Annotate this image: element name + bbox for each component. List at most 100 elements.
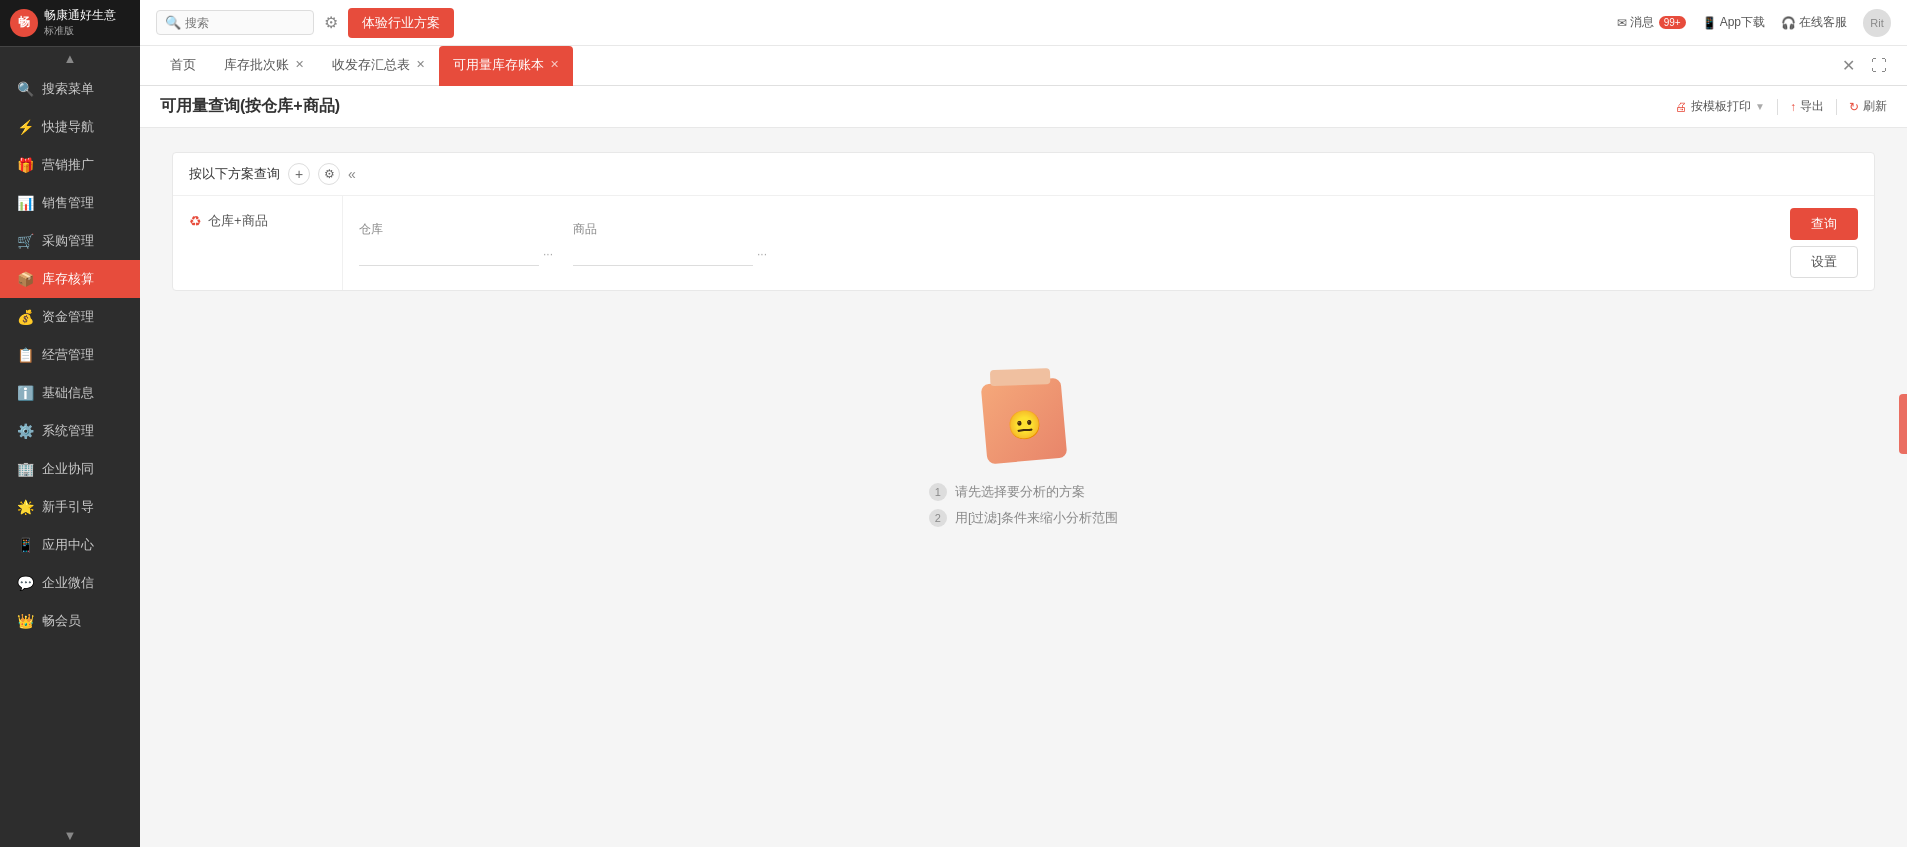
query-actions: 查询 设置 (1774, 196, 1874, 290)
sidebar-item-operations[interactable]: 📋 经营管理 (0, 336, 140, 374)
query-panel-body: ♻ 仓库+商品 仓库 ··· 商品 (173, 196, 1874, 290)
sidebar-item-sales[interactable]: 📊 销售管理 (0, 184, 140, 222)
export-btn[interactable]: ↑ 导出 (1790, 98, 1824, 115)
phone-icon: 📱 (16, 537, 34, 553)
settings-btn[interactable]: 设置 (1790, 246, 1858, 278)
main-area: 🔍 ⚙ 体验行业方案 ✉ 消息 99+ 📱 App下载 🎧 在线客服 Rit (140, 0, 1907, 847)
clipboard-icon: 📋 (16, 347, 34, 363)
query-label: 按以下方案查询 (189, 165, 280, 183)
refresh-btn[interactable]: ↻ 刷新 (1849, 98, 1887, 115)
tab-home[interactable]: 首页 (156, 46, 210, 86)
export-icon: ↑ (1790, 100, 1796, 114)
tab-available-ledger[interactable]: 可用量库存账本 ✕ (439, 46, 573, 86)
query-area: 按以下方案查询 + ⚙ « ♻ 仓库+商品 仓库 (140, 128, 1907, 619)
tip-num-1: 1 (929, 483, 947, 501)
sidebar-item-label: 销售管理 (42, 194, 94, 212)
cart-icon: 🛒 (16, 233, 34, 249)
sidebar-title: 畅康通好生意 (44, 8, 116, 24)
right-scroll-hint[interactable] (1899, 394, 1907, 454)
sidebar-item-label: 采购管理 (42, 232, 94, 250)
sidebar-item-label: 新手引导 (42, 498, 94, 516)
sidebar-item-search[interactable]: 🔍 搜索菜单 (0, 70, 140, 108)
tab-available-ledger-close[interactable]: ✕ (550, 58, 559, 71)
tip-text-1: 请先选择要分析的方案 (955, 483, 1085, 501)
scheme-icon: ♻ (189, 213, 202, 229)
tab-close-btn[interactable]: ✕ (1838, 52, 1859, 79)
filter-goods-input[interactable] (573, 242, 753, 266)
sidebar-item-shortcut[interactable]: ⚡ 快捷导航 (0, 108, 140, 146)
sidebar-item-label: 企业微信 (42, 574, 94, 592)
page-header: 可用量查询(按仓库+商品) 🖨 按模板打印 ▼ ↑ 导出 ↻ 刷新 (140, 86, 1907, 128)
online-service-btn[interactable]: 🎧 在线客服 (1781, 14, 1847, 31)
online-service-label: 在线客服 (1799, 14, 1847, 31)
export-label: 导出 (1800, 98, 1824, 115)
query-btn[interactable]: 查询 (1790, 208, 1858, 240)
tab-batch-ledger-close[interactable]: ✕ (295, 58, 304, 71)
filter-warehouse-input[interactable] (359, 242, 539, 266)
filter-warehouse: 仓库 ··· (359, 221, 553, 266)
topbar-actions: ✉ 消息 99+ 📱 App下载 🎧 在线客服 Rit (1617, 9, 1891, 37)
app-download-label: App下载 (1720, 14, 1765, 31)
chat-icon: 💬 (16, 575, 34, 591)
sidebar-item-label: 系统管理 (42, 422, 94, 440)
sidebar-item-marketing[interactable]: 🎁 营销推广 (0, 146, 140, 184)
info-icon: ℹ️ (16, 385, 34, 401)
sidebar-item-basic-info[interactable]: ℹ️ 基础信息 (0, 374, 140, 412)
box-icon: 📦 (16, 271, 34, 287)
sidebar-item-purchase[interactable]: 🛒 采购管理 (0, 222, 140, 260)
sidebar-nav: 🔍 搜索菜单 ⚡ 快捷导航 🎁 营销推广 📊 销售管理 🛒 采购管理 📦 库存核… (0, 70, 140, 824)
scheme-warehouse-goods[interactable]: ♻ 仓库+商品 (173, 204, 342, 238)
app-download-btn[interactable]: 📱 App下载 (1702, 14, 1765, 31)
sidebar-item-app-center[interactable]: 📱 应用中心 (0, 526, 140, 564)
sidebar-item-vip[interactable]: 👑 畅会员 (0, 602, 140, 640)
empty-tip-2: 2 用[过滤]条件来缩小分析范围 (929, 509, 1118, 527)
sidebar-item-system[interactable]: ⚙️ 系统管理 (0, 412, 140, 450)
sidebar-scroll-down[interactable]: ▼ (0, 824, 140, 847)
page-title: 可用量查询(按仓库+商品) (160, 96, 340, 117)
sidebar-item-label: 资金管理 (42, 308, 94, 326)
filter-warehouse-label: 仓库 (359, 221, 553, 238)
message-icon: ✉ (1617, 16, 1627, 30)
query-schemes: ♻ 仓库+商品 (173, 196, 343, 290)
search-input[interactable] (185, 16, 305, 30)
sidebar-logo: 畅 (10, 9, 38, 37)
sidebar-item-enterprise[interactable]: 🏢 企业协同 (0, 450, 140, 488)
message-btn[interactable]: ✉ 消息 99+ (1617, 14, 1686, 31)
sidebar-item-enterprise-wechat[interactable]: 💬 企业微信 (0, 564, 140, 602)
tab-batch-ledger[interactable]: 库存批次账 ✕ (210, 46, 318, 86)
filter-warehouse-more[interactable]: ··· (543, 247, 553, 261)
empty-tips: 1 请先选择要分析的方案 2 用[过滤]条件来缩小分析范围 (929, 483, 1118, 527)
print-dropdown-icon[interactable]: ▼ (1755, 101, 1765, 112)
sidebar-item-newbie[interactable]: 🌟 新手引导 (0, 488, 140, 526)
settings-icon[interactable]: ⚙ (324, 13, 338, 32)
empty-box-face: 😐 (1005, 407, 1043, 443)
filter-goods-more[interactable]: ··· (757, 247, 767, 261)
user-avatar[interactable]: Rit (1863, 9, 1891, 37)
page-header-actions: 🖨 按模板打印 ▼ ↑ 导出 ↻ 刷新 (1675, 98, 1887, 115)
sidebar-item-label: 畅会员 (42, 612, 81, 630)
sidebar-item-label: 经营管理 (42, 346, 94, 364)
building-icon: 🏢 (16, 461, 34, 477)
query-collapse-btn[interactable]: « (348, 166, 356, 182)
trial-button[interactable]: 体验行业方案 (348, 8, 454, 38)
sidebar-item-label: 基础信息 (42, 384, 94, 402)
gift-icon: 🎁 (16, 157, 34, 173)
tab-batch-ledger-label: 库存批次账 (224, 56, 289, 74)
refresh-label: 刷新 (1863, 98, 1887, 115)
sidebar-item-inventory[interactable]: 📦 库存核算 (0, 260, 140, 298)
query-scheme-settings-btn[interactable]: ⚙ (318, 163, 340, 185)
sidebar-scroll-up[interactable]: ▲ (0, 47, 140, 70)
print-btn[interactable]: 🖨 按模板打印 ▼ (1675, 98, 1765, 115)
query-add-btn[interactable]: + (288, 163, 310, 185)
sidebar-item-label: 应用中心 (42, 536, 94, 554)
tab-expand-btn[interactable]: ⛶ (1867, 53, 1891, 79)
avatar-text: Rit (1870, 17, 1883, 29)
empty-box: 😐 (980, 378, 1067, 465)
tab-receive-summary-label: 收发存汇总表 (332, 56, 410, 74)
sidebar-item-finance[interactable]: 💰 资金管理 (0, 298, 140, 336)
tab-receive-summary-close[interactable]: ✕ (416, 58, 425, 71)
topbar-search-box[interactable]: 🔍 (156, 10, 314, 35)
filter-goods-label: 商品 (573, 221, 767, 238)
tab-receive-summary[interactable]: 收发存汇总表 ✕ (318, 46, 439, 86)
empty-state: 😐 1 请先选择要分析的方案 2 用[过滤]条件来缩小分析范围 (156, 291, 1891, 607)
